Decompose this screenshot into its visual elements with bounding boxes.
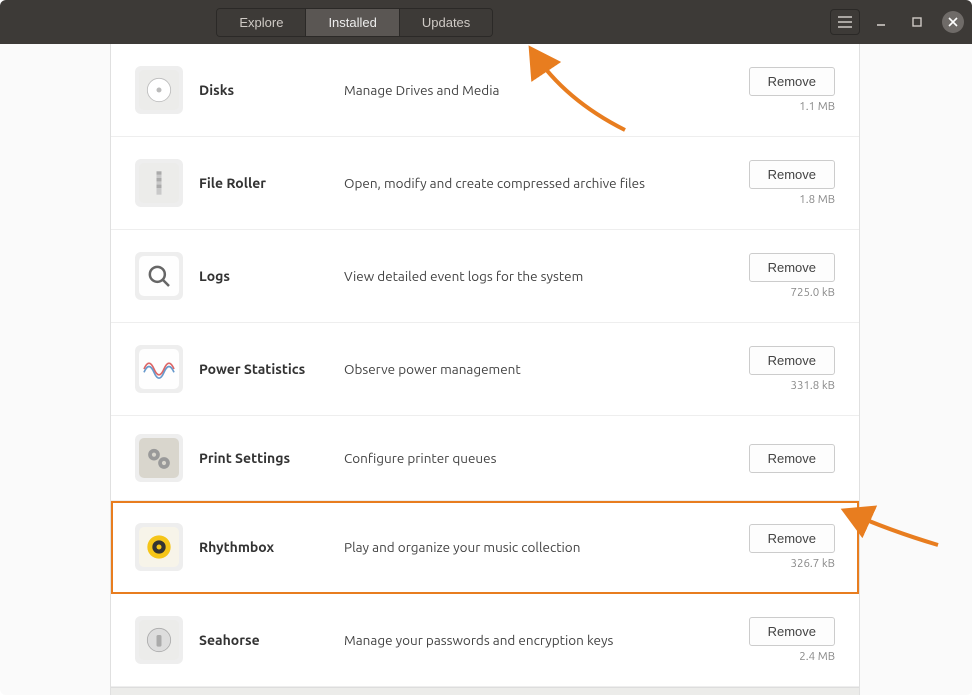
section-system-applications: System Applications [111,687,859,695]
app-row-logs[interactable]: Logs View detailed event logs for the sy… [111,230,859,323]
app-row-power-statistics[interactable]: Power Statistics Observe power managemen… [111,323,859,416]
remove-button-file-roller[interactable]: Remove [749,160,835,189]
app-row-rhythmbox[interactable]: Rhythmbox Play and organize your music c… [111,501,859,594]
logs-icon [135,252,183,300]
app-list[interactable]: Disks Manage Drives and Media Remove 1.1… [110,44,860,695]
app-actions: Remove 331.8 kB [749,346,835,392]
app-actions: Remove [749,444,835,473]
app-name: Disks [199,82,344,98]
app-row-seahorse[interactable]: Seahorse Manage your passwords and encry… [111,594,859,687]
app-name: Rhythmbox [199,539,344,555]
app-description: Configure printer queues [344,450,749,466]
content-area: Disks Manage Drives and Media Remove 1.1… [0,44,972,695]
window-controls [870,11,964,33]
app-description: Observe power management [344,361,749,377]
app-name: Logs [199,268,344,284]
tab-updates[interactable]: Updates [399,9,492,36]
app-actions: Remove 2.4 MB [749,617,835,663]
app-description: Open, modify and create compressed archi… [344,175,749,191]
app-name: Power Statistics [199,361,344,377]
app-size: 725.0 kB [790,286,835,299]
remove-button-disks[interactable]: Remove [749,67,835,96]
print-settings-icon [135,434,183,482]
remove-button-print-settings[interactable]: Remove [749,444,835,473]
app-actions: Remove 725.0 kB [749,253,835,299]
software-window: Explore Installed Updates Disks Manage D… [0,0,972,695]
app-row-print-settings[interactable]: Print Settings Configure printer queues … [111,416,859,501]
titlebar: Explore Installed Updates [0,0,972,44]
app-description: View detailed event logs for the system [344,268,749,284]
tab-explore[interactable]: Explore [217,9,305,36]
minimize-button[interactable] [870,11,892,33]
app-name: Print Settings [199,450,344,466]
maximize-button[interactable] [906,11,928,33]
app-size: 331.8 kB [790,379,835,392]
app-name: File Roller [199,175,344,191]
remove-button-seahorse[interactable]: Remove [749,617,835,646]
app-name: Seahorse [199,632,344,648]
disks-icon [135,66,183,114]
rhythmbox-icon [135,523,183,571]
file-roller-icon [135,159,183,207]
app-description: Manage Drives and Media [344,82,749,98]
close-button[interactable] [942,11,964,33]
power-statistics-icon [135,345,183,393]
app-actions: Remove 1.1 MB [749,67,835,113]
app-size: 2.4 MB [799,650,835,663]
remove-button-power-statistics[interactable]: Remove [749,346,835,375]
remove-button-logs[interactable]: Remove [749,253,835,282]
app-actions: Remove 1.8 MB [749,160,835,206]
tab-installed[interactable]: Installed [305,9,398,36]
remove-button-rhythmbox[interactable]: Remove [749,524,835,553]
app-actions: Remove 326.7 kB [749,524,835,570]
app-description: Manage your passwords and encryption key… [344,632,749,648]
app-row-file-roller[interactable]: File Roller Open, modify and create comp… [111,137,859,230]
app-size: 326.7 kB [790,557,835,570]
app-size: 1.8 MB [799,193,835,206]
app-description: Play and organize your music collection [344,539,749,555]
app-size: 1.1 MB [799,100,835,113]
app-row-disks[interactable]: Disks Manage Drives and Media Remove 1.1… [111,44,859,137]
view-tabs: Explore Installed Updates [216,8,493,37]
seahorse-icon [135,616,183,664]
hamburger-menu-button[interactable] [830,9,860,35]
